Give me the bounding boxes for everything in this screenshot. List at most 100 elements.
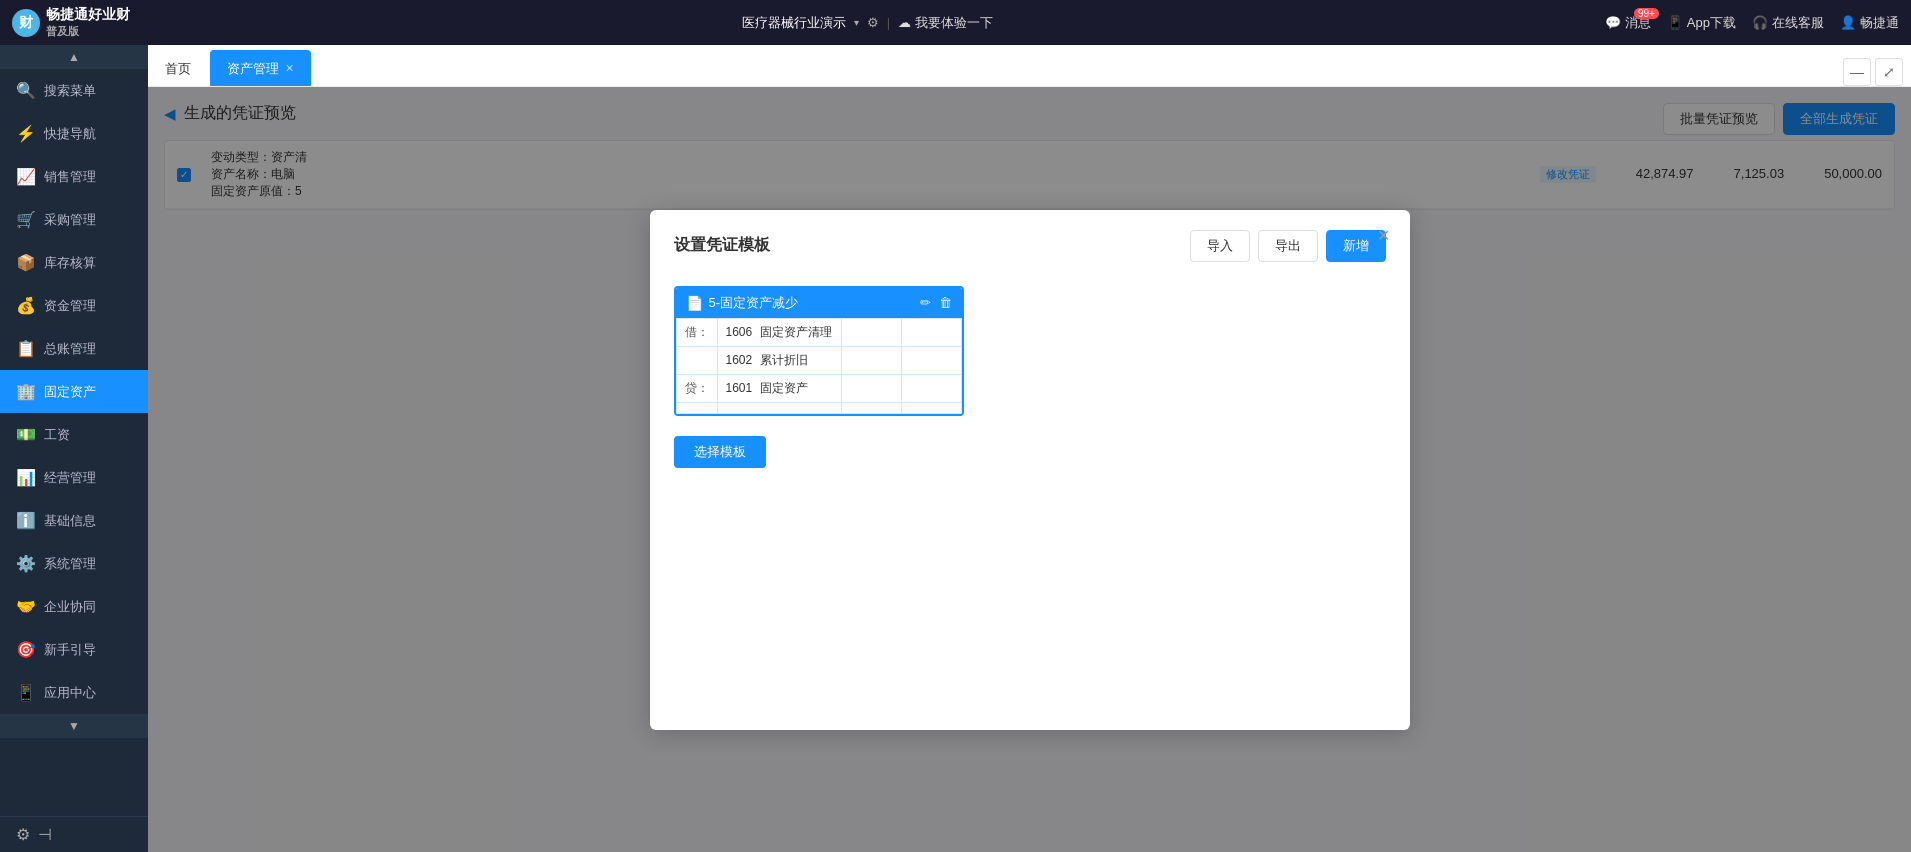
credit-amount-2 [901, 374, 961, 402]
app-version: 普及版 [46, 24, 130, 39]
modal-close-button[interactable]: ✕ [1372, 224, 1396, 248]
company-name: 医疗器械行业演示 [742, 14, 846, 32]
sidebar-scroll-up[interactable]: ▲ [0, 45, 148, 69]
select-template-button[interactable]: 选择模板 [674, 436, 766, 468]
debit-row-2: 1602 累计折旧 [676, 346, 961, 374]
sidebar-item-label: 系统管理 [44, 555, 96, 573]
sidebar-item-label: 工资 [44, 426, 70, 444]
debit-row-1: 借： 1606 固定资产清理 [676, 318, 961, 346]
sidebar-gear-icon[interactable]: ⚙ [16, 825, 30, 844]
sidebar-item-quick-nav[interactable]: ⚡ 快捷导航 [0, 112, 148, 155]
tab-asset-mgmt-label: 资产管理 [227, 60, 279, 78]
export-button[interactable]: 导出 [1258, 230, 1318, 262]
sidebar-bottom: ⚙ ⊣ [0, 816, 148, 852]
message-icon: 💬 [1605, 15, 1621, 30]
debit-label: 借： [676, 318, 717, 346]
import-button[interactable]: 导入 [1190, 230, 1250, 262]
sidebar-item-finance[interactable]: 💰 资金管理 [0, 284, 148, 327]
search-icon: 🔍 [16, 81, 36, 100]
user-icon: 👤 [1840, 15, 1856, 30]
notification-badge: 99+ [1634, 8, 1659, 19]
fixed-assets-icon: 🏢 [16, 382, 36, 401]
modal-dialog: 设置凭证模板 导入 导出 新增 ✕ [650, 210, 1410, 730]
page-content: ◀ 生成的凭证预览 ✓ 变动类型：资产清 资产名称：电脑 固定资产原值：5 [148, 87, 1911, 852]
app-center-icon: 📱 [16, 683, 36, 702]
sidebar-item-label: 企业协同 [44, 598, 96, 616]
sidebar-item-payroll[interactable]: 💵 工资 [0, 413, 148, 456]
headset-icon: 🎧 [1752, 15, 1768, 30]
sidebar-item-guide[interactable]: 🎯 新手引导 [0, 628, 148, 671]
experience-btn[interactable]: ☁ 我要体验一下 [898, 14, 993, 32]
sidebar-item-label: 基础信息 [44, 512, 96, 530]
sidebar-item-label: 采购管理 [44, 211, 96, 229]
sidebar-item-label: 快捷导航 [44, 125, 96, 143]
sidebar-item-purchase[interactable]: 🛒 采购管理 [0, 198, 148, 241]
online-service-label: 在线客服 [1772, 14, 1824, 32]
sidebar-item-label: 资金管理 [44, 297, 96, 315]
empty-cell-3 [841, 402, 901, 413]
credit-account-1: 1601 固定资产 [717, 374, 841, 402]
sales-icon: 📈 [16, 167, 36, 186]
empty-row [676, 402, 961, 413]
sidebar-item-sys-mgmt[interactable]: ⚙️ 系统管理 [0, 542, 148, 585]
sidebar-item-basic-info[interactable]: ℹ️ 基础信息 [0, 499, 148, 542]
online-service-button[interactable]: 🎧 在线客服 [1752, 14, 1824, 32]
sys-mgmt-icon: ⚙️ [16, 554, 36, 573]
notification-button[interactable]: 💬 消息 99+ [1605, 14, 1651, 32]
app-name: 畅捷通好业财 [46, 6, 130, 24]
top-bar: 财 畅捷通好业财 普及版 医疗器械行业演示 ▾ ⚙ | ☁ 我要体验一下 💬 消… [0, 0, 1911, 45]
modal-header-actions: 导入 导出 新增 [1190, 230, 1386, 262]
tab-bar: 首页 资产管理 ✕ — ⤢ [148, 45, 1911, 87]
app-logo: 财 畅捷通好业财 普及版 [12, 6, 130, 39]
company-dropdown-icon[interactable]: ▾ [854, 17, 859, 28]
credit-label: 贷： [676, 374, 717, 402]
sidebar-item-label: 应用中心 [44, 684, 96, 702]
credit-row-1: 贷： 1601 固定资产 [676, 374, 961, 402]
sidebar-item-app-center[interactable]: 📱 应用中心 [0, 671, 148, 714]
tab-home[interactable]: 首页 [148, 50, 208, 86]
top-bar-right: 💬 消息 99+ 📱 App下载 🎧 在线客服 👤 畅捷通 [1605, 14, 1899, 32]
sidebar-item-label: 新手引导 [44, 641, 96, 659]
sidebar-collapse-icon[interactable]: ⊣ [38, 825, 52, 844]
sidebar: ▲ 🔍 搜索菜单 ⚡ 快捷导航 📈 销售管理 🛒 采购管理 [0, 45, 148, 852]
sidebar-item-sales[interactable]: 📈 销售管理 [0, 155, 148, 198]
debit-amount-3 [841, 346, 901, 374]
debit-amount-1 [841, 318, 901, 346]
sidebar-item-label: 经营管理 [44, 469, 96, 487]
sidebar-scroll: ▲ 🔍 搜索菜单 ⚡ 快捷导航 📈 销售管理 🛒 采购管理 [0, 45, 148, 816]
divider: | [887, 15, 890, 30]
settings-icon[interactable]: ⚙ [867, 15, 879, 30]
tab-asset-mgmt[interactable]: 资产管理 ✕ [210, 50, 311, 86]
empty-cell-4 [901, 402, 961, 413]
sidebar-item-fixed-assets[interactable]: 🏢 固定资产 [0, 370, 148, 413]
empty-cell-1 [676, 402, 717, 413]
debit-label-2 [676, 346, 717, 374]
logo-icon: 财 [12, 9, 40, 37]
inventory-icon: 📦 [16, 253, 36, 272]
experience-text: 我要体验一下 [915, 14, 993, 32]
credit-amount-1 [841, 374, 901, 402]
username-label: 畅捷通 [1860, 14, 1899, 32]
template-card-header: 📄 5-固定资产减少 ✏ 🗑 [676, 288, 962, 318]
top-bar-left: 财 畅捷通好业财 普及版 [12, 6, 130, 39]
tab-minimize-button[interactable]: — [1843, 58, 1871, 86]
sidebar-item-label: 固定资产 [44, 383, 96, 401]
sidebar-scroll-down[interactable]: ▼ [0, 714, 148, 738]
template-icon: 📄 [686, 295, 703, 311]
sidebar-item-enterprise[interactable]: 🤝 企业协同 [0, 585, 148, 628]
sidebar-item-inventory[interactable]: 📦 库存核算 [0, 241, 148, 284]
card-actions: ✏ 🗑 [920, 295, 952, 310]
modal-overlay: 设置凭证模板 导入 导出 新增 ✕ [148, 87, 1911, 852]
template-table: 借： 1606 固定资产清理 [676, 318, 962, 414]
edit-template-icon[interactable]: ✏ [920, 295, 931, 310]
top-bar-center: 医疗器械行业演示 ▾ ⚙ | ☁ 我要体验一下 [742, 14, 993, 32]
modal-body: 📄 5-固定资产减少 ✏ 🗑 [650, 262, 1410, 492]
tab-maximize-button[interactable]: ⤢ [1875, 58, 1903, 86]
user-avatar[interactable]: 👤 畅捷通 [1840, 14, 1899, 32]
delete-template-icon[interactable]: 🗑 [939, 295, 952, 310]
sidebar-item-search[interactable]: 🔍 搜索菜单 [0, 69, 148, 112]
tab-close-icon[interactable]: ✕ [285, 62, 294, 75]
sidebar-item-ledger[interactable]: 📋 总账管理 [0, 327, 148, 370]
app-download-button[interactable]: 📱 App下载 [1667, 14, 1736, 32]
sidebar-item-operations[interactable]: 📊 经营管理 [0, 456, 148, 499]
